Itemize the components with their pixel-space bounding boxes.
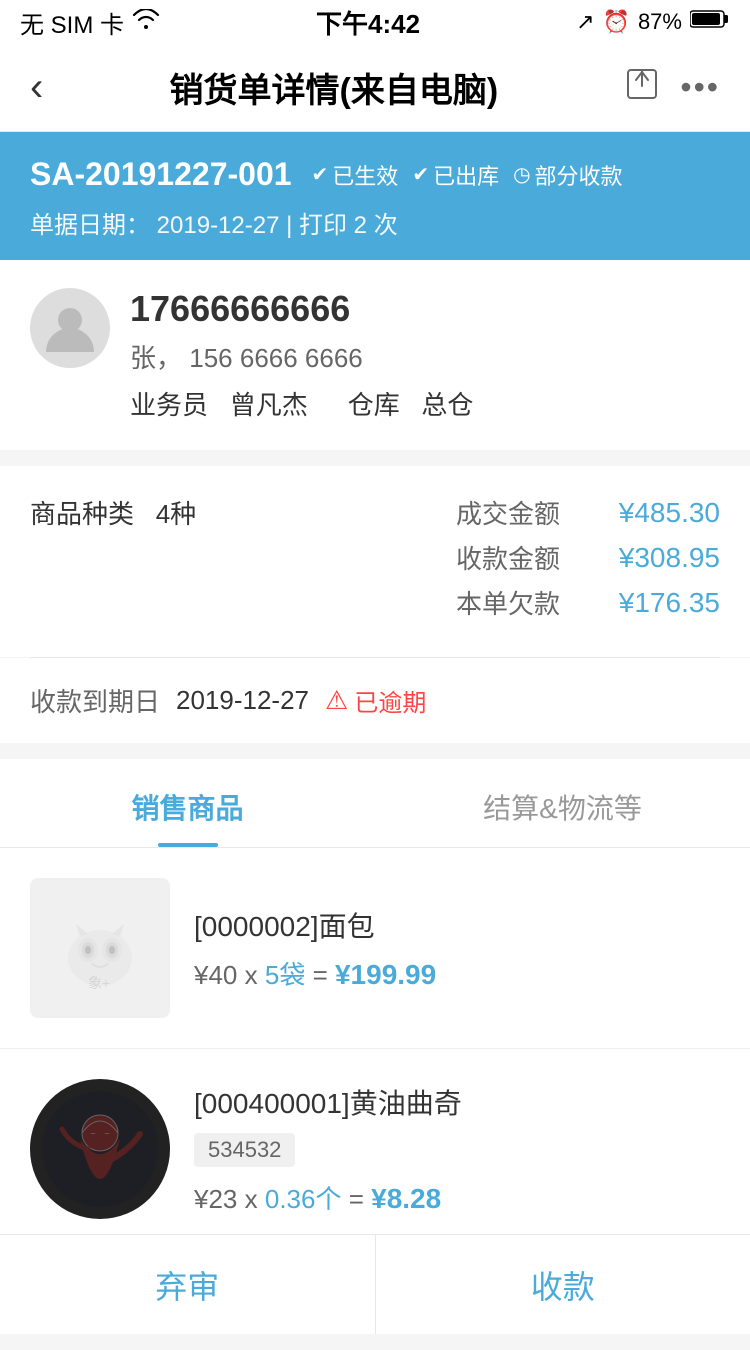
product-image-2 bbox=[30, 1079, 170, 1219]
warehouse-value: 总仓 bbox=[421, 390, 473, 420]
product-base-price-2: ¥23 bbox=[194, 1184, 237, 1214]
status-tag-effective: ✔ 已生效 bbox=[312, 159, 399, 191]
bottom-bar: 弃审 收款 bbox=[0, 1234, 750, 1334]
customer-name-phone: 张， 156 6666 6666 bbox=[130, 338, 720, 375]
sales-person-info: 业务员 曾凡杰 bbox=[130, 385, 308, 422]
customer-section: 17666666666 张， 156 6666 6666 业务员 曾凡杰 仓库 … bbox=[0, 260, 750, 450]
status-tag-partial: ◷ 部分收款 bbox=[513, 159, 622, 191]
product-qty-2: 0.36个 bbox=[265, 1184, 342, 1214]
product-name-2: [000400001]黄油曲奇 bbox=[194, 1082, 720, 1122]
due-date-section: 收款到期日 2019-12-27 ⚠ 已逾期 bbox=[0, 658, 750, 743]
effective-check-icon: ✔ bbox=[312, 162, 329, 187]
product-base-price-1: ¥40 bbox=[194, 960, 237, 990]
overdue-label: 已逾期 bbox=[354, 683, 426, 718]
deal-amount-label: 成交金额 bbox=[456, 494, 560, 531]
cancel-button[interactable]: 弃审 bbox=[0, 1235, 375, 1334]
received-amount-label: 收款金额 bbox=[456, 539, 560, 576]
share-icon[interactable] bbox=[624, 66, 660, 109]
product-kind: 商品种类 4种 bbox=[30, 494, 196, 531]
tab-settlement[interactable]: 结算&物流等 bbox=[375, 759, 750, 847]
owed-amount-label: 本单欠款 bbox=[456, 584, 560, 621]
product-total-2: ¥8.28 bbox=[371, 1183, 441, 1214]
customer-info: 17666666666 张， 156 6666 6666 业务员 曾凡杰 仓库 … bbox=[130, 288, 720, 422]
overdue-badge: ⚠ 已逾期 bbox=[325, 683, 426, 718]
received-amount-row: 收款金额 ¥308.95 bbox=[456, 539, 720, 576]
nav-actions: ••• bbox=[624, 66, 720, 109]
order-id: SA-20191227-001 bbox=[30, 156, 292, 193]
back-button[interactable]: ‹ bbox=[30, 65, 43, 110]
sales-person-label: 业务员 bbox=[130, 390, 208, 420]
product-kind-label: 商品种类 bbox=[30, 499, 134, 529]
tab-products[interactable]: 销售商品 bbox=[0, 759, 375, 847]
battery-text: 87% bbox=[638, 9, 682, 35]
section-divider-3 bbox=[0, 743, 750, 759]
due-date-label: 收款到期日 bbox=[30, 682, 160, 719]
status-bar: 无 SIM 卡 下午4:42 ↗ ⏰ 87% bbox=[0, 0, 750, 44]
battery-icon bbox=[690, 9, 730, 35]
status-tags: ✔ 已生效 ✔ 已出库 ◷ 部分收款 bbox=[312, 159, 623, 191]
product-image-1: 象+ bbox=[30, 878, 170, 1018]
product-info-2: [000400001]黄油曲奇 534532 ¥23 x 0.36个 = ¥8.… bbox=[194, 1082, 720, 1216]
section-divider-1 bbox=[0, 450, 750, 466]
tabs: 销售商品 结算&物流等 bbox=[0, 759, 750, 848]
summary-right: 成交金额 ¥485.30 收款金额 ¥308.95 本单欠款 ¥176.35 bbox=[456, 494, 720, 629]
wifi-icon bbox=[132, 8, 160, 36]
product-price-1: ¥40 x 5袋 = ¥199.99 bbox=[194, 955, 720, 992]
product-price-2: ¥23 x 0.36个 = ¥8.28 bbox=[194, 1179, 720, 1216]
summary-section: 商品种类 4种 成交金额 ¥485.30 收款金额 ¥308.95 本单欠款 ¥… bbox=[0, 466, 750, 657]
date-label: 单据日期： bbox=[30, 212, 150, 239]
product-info-1: [0000002]面包 ¥40 x 5袋 = ¥199.99 bbox=[194, 905, 720, 992]
deal-amount-row: 成交金额 ¥485.30 bbox=[456, 494, 720, 531]
partial-clock-icon: ◷ bbox=[513, 162, 530, 187]
product-tag-2: 534532 bbox=[194, 1133, 295, 1167]
more-icon[interactable]: ••• bbox=[680, 69, 720, 106]
customer-phone-number: 156 6666 6666 bbox=[189, 343, 363, 373]
owed-amount-value: ¥176.35 bbox=[580, 587, 720, 619]
warehouse-info: 仓库 总仓 bbox=[348, 385, 474, 422]
shipped-check-icon: ✔ bbox=[412, 162, 429, 187]
order-header: SA-20191227-001 ✔ 已生效 ✔ 已出库 ◷ 部分收款 单据日期：… bbox=[0, 132, 750, 260]
status-left: 无 SIM 卡 bbox=[20, 5, 160, 40]
alarm-icon: ⏰ bbox=[603, 9, 630, 35]
product-kind-value: 4种 bbox=[156, 499, 196, 529]
customer-id: 17666666666 bbox=[130, 288, 720, 330]
sales-person-value: 曾凡杰 bbox=[230, 390, 308, 420]
order-date-line: 单据日期： 2019-12-27 | 打印 2 次 bbox=[30, 205, 720, 240]
overdue-warning-icon: ⚠ bbox=[325, 685, 348, 716]
owed-amount-row: 本单欠款 ¥176.35 bbox=[456, 584, 720, 621]
avatar bbox=[30, 288, 110, 368]
warehouse-label: 仓库 bbox=[348, 390, 400, 420]
order-date: 2019-12-27 bbox=[157, 212, 280, 239]
nav-bar: ‹ 销货单详情(来自电脑) ••• bbox=[0, 44, 750, 132]
product-item-1: 象+ [0000002]面包 ¥40 x 5袋 = ¥199.99 bbox=[0, 848, 750, 1049]
status-tag-shipped: ✔ 已出库 bbox=[412, 159, 499, 191]
summary-left: 商品种类 4种 bbox=[30, 494, 196, 535]
product-item-2: [000400001]黄油曲奇 534532 ¥23 x 0.36个 = ¥8.… bbox=[0, 1049, 750, 1250]
confirm-button[interactable]: 收款 bbox=[376, 1235, 750, 1334]
product-total-1: ¥199.99 bbox=[335, 959, 436, 990]
status-time: 下午4:42 bbox=[316, 4, 420, 41]
signal-text: 无 SIM 卡 bbox=[20, 5, 124, 40]
svg-text:象+: 象+ bbox=[88, 975, 110, 991]
status-right: ↗ ⏰ 87% bbox=[576, 9, 730, 35]
product-list: 象+ [0000002]面包 ¥40 x 5袋 = ¥199.99 bbox=[0, 848, 750, 1250]
customer-name: 张， bbox=[130, 343, 182, 373]
deal-amount-value: ¥485.30 bbox=[580, 497, 720, 529]
product-name-1: [0000002]面包 bbox=[194, 905, 720, 945]
received-amount-value: ¥308.95 bbox=[580, 542, 720, 574]
customer-meta: 业务员 曾凡杰 仓库 总仓 bbox=[130, 385, 720, 422]
location-icon: ↗ bbox=[576, 9, 594, 35]
page-title: 销货单详情(来自电脑) bbox=[170, 63, 499, 112]
due-date-value: 2019-12-27 bbox=[176, 685, 309, 716]
product-qty-1: 5袋 bbox=[265, 960, 305, 990]
print-info: | 打印 2 次 bbox=[286, 212, 398, 239]
